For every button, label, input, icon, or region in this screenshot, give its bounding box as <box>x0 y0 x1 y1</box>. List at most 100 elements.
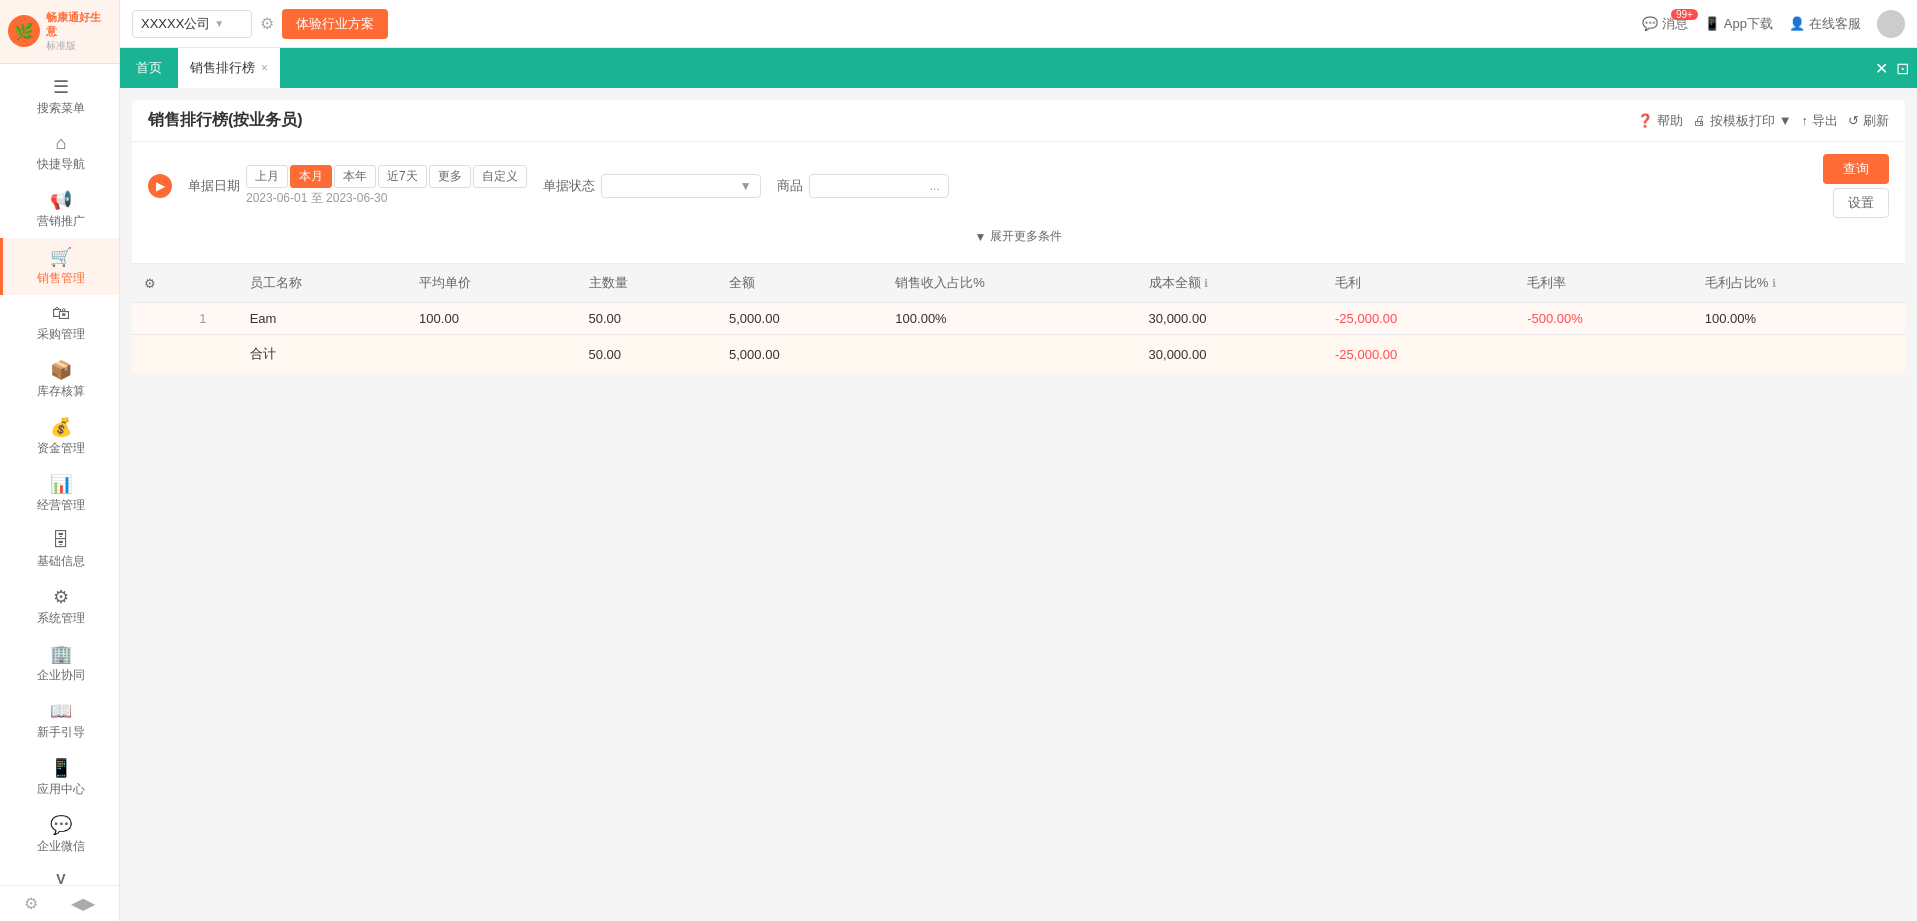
sidebar-item-label: 应用中心 <box>37 781 85 798</box>
cell-index: 1 <box>168 303 238 335</box>
sidebar-item-label: 新手引导 <box>37 724 85 741</box>
expand-btn[interactable]: ▼ 展开更多条件 <box>148 222 1889 251</box>
date-btn-more[interactable]: 更多 <box>429 165 471 188</box>
enterprise-icon: 🏢 <box>50 643 72 665</box>
help-icon: ❓ <box>1637 113 1653 128</box>
sidebar-item-system[interactable]: ⚙ 系统管理 <box>0 578 119 635</box>
wechat-icon: 💬 <box>50 814 72 836</box>
member-icon: V <box>56 871 65 885</box>
expand-label: 展开更多条件 <box>990 228 1062 245</box>
collapse-sidebar-btn[interactable]: ◀▶ <box>71 894 95 913</box>
cell-amount: 5,000.00 <box>717 303 883 335</box>
date-btn-this-year[interactable]: 本年 <box>334 165 376 188</box>
refresh-btn[interactable]: ↺ 刷新 <box>1848 112 1889 130</box>
home-tab-label: 首页 <box>136 59 162 77</box>
settings-icon[interactable]: ⚙ <box>260 14 274 33</box>
online-service-btn[interactable]: 👤 在线客服 <box>1789 15 1861 33</box>
sidebar-item-label: 库存核算 <box>37 383 85 400</box>
filter-settings-btn[interactable]: 设置 <box>1833 188 1889 218</box>
footer-amount: 5,000.00 <box>717 335 883 374</box>
date-label: 单据日期 <box>188 177 240 195</box>
sidebar-item-label: 快捷导航 <box>37 156 85 173</box>
goods-input[interactable]: ... <box>809 174 949 198</box>
filter-right: 查询 设置 <box>1823 154 1889 218</box>
col-avg-price: 平均单价 <box>407 264 576 303</box>
query-btn[interactable]: 查询 <box>1823 154 1889 184</box>
sidebar-item-guide[interactable]: 📖 新手引导 <box>0 692 119 749</box>
tab-sales-rank[interactable]: 销售排行榜 × <box>178 48 280 88</box>
cell-avg-price: 100.00 <box>407 303 576 335</box>
sidebar-item-label: 销售管理 <box>37 270 85 287</box>
sidebar-item-label: 搜索菜单 <box>37 100 85 117</box>
maximize-btn[interactable]: ⊡ <box>1896 59 1909 78</box>
cell-profit: -25,000.00 <box>1323 303 1515 335</box>
logo-sub: 标准版 <box>46 39 111 53</box>
tabbar: 首页 销售排行榜 × ✕ ⊡ <box>120 48 1917 88</box>
close-window-btn[interactable]: ✕ <box>1875 59 1888 78</box>
sidebar-item-member[interactable]: V 畅会员 <box>0 863 119 885</box>
service-icon: 👤 <box>1789 16 1805 31</box>
date-btn-last-month[interactable]: 上月 <box>246 165 288 188</box>
sidebar-item-search[interactable]: ☰ 搜索菜单 <box>0 68 119 125</box>
sidebar-item-quick-nav[interactable]: ⌂ 快捷导航 <box>0 125 119 181</box>
date-btn-this-month[interactable]: 本月 <box>290 165 332 188</box>
caret-down-icon: ▼ <box>214 18 224 29</box>
profit-ratio-info-icon: ℹ <box>1772 277 1776 289</box>
footer-settings <box>132 335 168 374</box>
table-wrap: ⚙ 员工名称 平均单价 主数量 全额 销售收入占比% 成本全额 ℹ 毛利 毛利率… <box>132 264 1905 373</box>
tab-close-icon[interactable]: × <box>261 61 268 75</box>
col-settings[interactable]: ⚙ <box>132 264 168 303</box>
print-btn[interactable]: 🖨 按模板打印 ▼ <box>1693 112 1792 130</box>
expand-icon: ▼ <box>975 230 987 244</box>
sidebar-item-label: 采购管理 <box>37 326 85 343</box>
topbar: XXXXX公司 ▼ ⚙ 体验行业方案 💬 消息 99+ 📱 App下载 👤 在线… <box>120 0 1917 48</box>
tab-home[interactable]: 首页 <box>120 48 178 88</box>
company-select[interactable]: XXXXX公司 ▼ <box>132 10 252 38</box>
help-btn[interactable]: ❓ 帮助 <box>1637 112 1683 130</box>
date-btn-custom[interactable]: 自定义 <box>473 165 527 188</box>
cell-cost: 30,000.00 <box>1137 303 1323 335</box>
sidebar-item-label: 企业协同 <box>37 667 85 684</box>
page-header: 销售排行榜(按业务员) ❓ 帮助 🖨 按模板打印 ▼ ↑ 导出 ↺ 刷新 <box>132 100 1905 142</box>
col-sales-ratio: 销售收入占比% <box>883 264 1136 303</box>
data-table: ⚙ 员工名称 平均单价 主数量 全额 销售收入占比% 成本全额 ℹ 毛利 毛利率… <box>132 264 1905 373</box>
date-btn-7days[interactable]: 近7天 <box>378 165 427 188</box>
status-select[interactable]: ▼ <box>601 174 761 198</box>
sidebar-item-marketing[interactable]: 📢 营销推广 <box>0 181 119 238</box>
purchase-icon: 🛍 <box>52 303 70 324</box>
date-btns: 上月 本月 本年 近7天 更多 自定义 <box>246 165 527 188</box>
status-caret-icon: ▼ <box>740 179 752 193</box>
refresh-icon: ↺ <box>1848 113 1859 128</box>
filter-arrow-btn[interactable]: ▶ <box>148 174 172 198</box>
export-label: 导出 <box>1812 112 1838 130</box>
filter-area: ▶ 单据日期 上月 本月 本年 近7天 更多 自定义 2023-06-01 <box>132 142 1905 264</box>
avatar[interactable] <box>1877 10 1905 38</box>
col-amount: 全额 <box>717 264 883 303</box>
settings-footer-btn[interactable]: ⚙ <box>24 894 38 913</box>
sidebar-item-wechat[interactable]: 💬 企业微信 <box>0 806 119 863</box>
sidebar-item-enterprise[interactable]: 🏢 企业协同 <box>0 635 119 692</box>
cost-info-icon: ℹ <box>1204 277 1208 289</box>
sidebar-item-purchase[interactable]: 🛍 采购管理 <box>0 295 119 351</box>
col-profit-ratio: 毛利占比% ℹ <box>1693 264 1905 303</box>
industry-btn[interactable]: 体验行业方案 <box>282 9 388 39</box>
export-btn[interactable]: ↑ 导出 <box>1802 112 1839 130</box>
sidebar-item-app-center[interactable]: 📱 应用中心 <box>0 749 119 806</box>
message-btn[interactable]: 💬 消息 99+ <box>1642 15 1688 33</box>
sidebar-item-inventory[interactable]: 📦 库存核算 <box>0 351 119 408</box>
footer-profit: -25,000.00 <box>1323 335 1515 374</box>
sidebar-item-finance[interactable]: 💰 资金管理 <box>0 408 119 465</box>
col-quantity: 主数量 <box>577 264 717 303</box>
sidebar-item-operation[interactable]: 📊 经营管理 <box>0 465 119 522</box>
app-download-btn[interactable]: 📱 App下载 <box>1704 15 1773 33</box>
sidebar-menu: ☰ 搜索菜单 ⌂ 快捷导航 📢 营销推广 🛒 销售管理 🛍 采购管理 📦 库存核… <box>0 64 119 885</box>
basic-icon: 🗄 <box>52 530 70 551</box>
sidebar-item-basic[interactable]: 🗄 基础信息 <box>0 522 119 578</box>
sidebar-item-sales[interactable]: 🛒 销售管理 <box>0 238 119 295</box>
logo-name: 畅康通好生意 <box>46 10 111 39</box>
page-title: 销售排行榜(按业务员) <box>148 110 303 131</box>
finance-icon: 💰 <box>50 416 72 438</box>
system-icon: ⚙ <box>53 586 69 608</box>
footer-quantity: 50.00 <box>577 335 717 374</box>
home-icon: ⌂ <box>56 133 67 154</box>
